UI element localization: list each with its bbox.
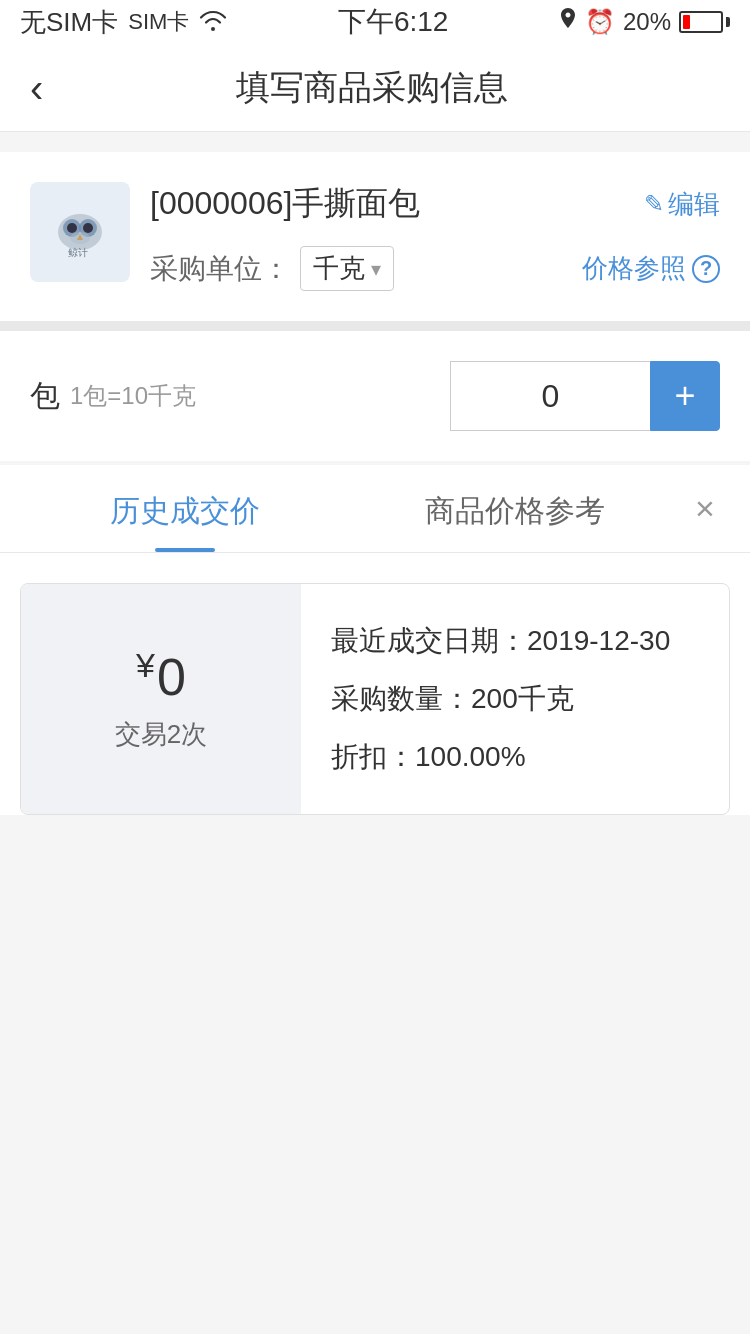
transaction-qty-row: 采购数量：200千克 bbox=[331, 678, 699, 720]
unit-chevron-icon: ▾ bbox=[371, 257, 381, 281]
page-title: 填写商品采购信息 bbox=[63, 65, 680, 111]
transaction-qty-value: 200千克 bbox=[471, 683, 574, 714]
transaction-price-panel: ¥0 交易2次 bbox=[21, 584, 301, 814]
transaction-discount-row: 折扣：100.00% bbox=[331, 736, 699, 778]
product-name: [0000006]手撕面包 bbox=[150, 182, 420, 226]
transaction-count: 交易2次 bbox=[115, 717, 207, 752]
price-value: 0 bbox=[157, 648, 186, 706]
transaction-qty-label: 采购数量： bbox=[331, 683, 471, 714]
bottom-panel: 历史成交价 商品价格参考 × ¥0 交易2次 最近成交日期：2019-12-30… bbox=[0, 465, 750, 815]
location-icon bbox=[559, 8, 577, 36]
svg-point-4 bbox=[83, 223, 93, 233]
battery-text: 20% bbox=[623, 8, 671, 36]
tab-price-ref[interactable]: 商品价格参考 bbox=[350, 465, 680, 552]
edit-label: 编辑 bbox=[668, 187, 720, 222]
battery-icon bbox=[679, 11, 730, 33]
product-thumbnail: 鲸计 bbox=[30, 182, 130, 282]
unit-label: 采购单位： bbox=[150, 250, 290, 288]
unit-value: 千克 bbox=[313, 251, 365, 286]
price-ref-label: 价格参照 bbox=[582, 251, 686, 286]
tab-bar: 历史成交价 商品价格参考 × bbox=[0, 465, 750, 553]
back-button[interactable]: ‹ bbox=[30, 68, 43, 108]
quantity-unit-badge: 包 bbox=[30, 376, 60, 417]
carrier-text: 无SIM卡 bbox=[20, 5, 118, 40]
main-content bbox=[0, 845, 750, 1334]
product-logo-icon: 鲸计 bbox=[50, 198, 110, 267]
quantity-row: 包 1包=10千克 + bbox=[0, 331, 750, 461]
edit-button[interactable]: ✎ 编辑 bbox=[644, 187, 720, 222]
tab-history-price[interactable]: 历史成交价 bbox=[20, 465, 350, 552]
wifi-icon bbox=[199, 7, 227, 38]
status-right: ⏰ 20% bbox=[559, 8, 730, 36]
transaction-details: 最近成交日期：2019-12-30 采购数量：200千克 折扣：100.00% bbox=[301, 584, 729, 814]
svg-point-3 bbox=[67, 223, 77, 233]
sim-icon: SIM卡 bbox=[128, 7, 189, 37]
price-currency-symbol: ¥ bbox=[136, 646, 155, 684]
nav-bar: ‹ 填写商品采购信息 bbox=[0, 44, 750, 132]
status-bar: 无SIM卡 SIM卡 下午6:12 ⏰ 20% bbox=[0, 0, 750, 44]
status-time: 下午6:12 bbox=[338, 3, 449, 41]
product-header: [0000006]手撕面包 ✎ 编辑 bbox=[150, 182, 720, 226]
status-left: 无SIM卡 SIM卡 bbox=[20, 5, 227, 40]
svg-text:鲸计: 鲸计 bbox=[68, 247, 88, 258]
edit-icon: ✎ bbox=[644, 190, 664, 218]
transaction-date-value: 2019-12-30 bbox=[527, 625, 670, 656]
product-card: 鲸计 [0000006]手撕面包 ✎ 编辑 采购单位： 千克 ▾ 价格参照 ? bbox=[0, 152, 750, 321]
price-ref-help-icon: ? bbox=[692, 255, 720, 283]
transaction-date-row: 最近成交日期：2019-12-30 bbox=[331, 620, 699, 662]
transaction-price: ¥0 bbox=[136, 646, 186, 707]
unit-select[interactable]: 千克 ▾ bbox=[300, 246, 394, 291]
product-info: [0000006]手撕面包 ✎ 编辑 采购单位： 千克 ▾ 价格参照 ? bbox=[150, 182, 720, 291]
alarm-icon: ⏰ bbox=[585, 8, 615, 36]
quantity-input[interactable] bbox=[450, 361, 650, 431]
tab-close-button[interactable]: × bbox=[680, 484, 730, 534]
transaction-card: ¥0 交易2次 最近成交日期：2019-12-30 采购数量：200千克 折扣：… bbox=[20, 583, 730, 815]
transaction-date-label: 最近成交日期： bbox=[331, 625, 527, 656]
section-divider bbox=[0, 321, 750, 331]
price-ref-button[interactable]: 价格参照 ? bbox=[582, 251, 720, 286]
transaction-discount-value: 100.00% bbox=[415, 741, 526, 772]
quantity-label: 包 1包=10千克 bbox=[30, 376, 196, 417]
product-unit-row: 采购单位： 千克 ▾ 价格参照 ? bbox=[150, 246, 720, 291]
quantity-control: + bbox=[450, 361, 720, 431]
quantity-sub-label: 1包=10千克 bbox=[70, 380, 196, 412]
quantity-plus-button[interactable]: + bbox=[650, 361, 720, 431]
transaction-discount-label: 折扣： bbox=[331, 741, 415, 772]
